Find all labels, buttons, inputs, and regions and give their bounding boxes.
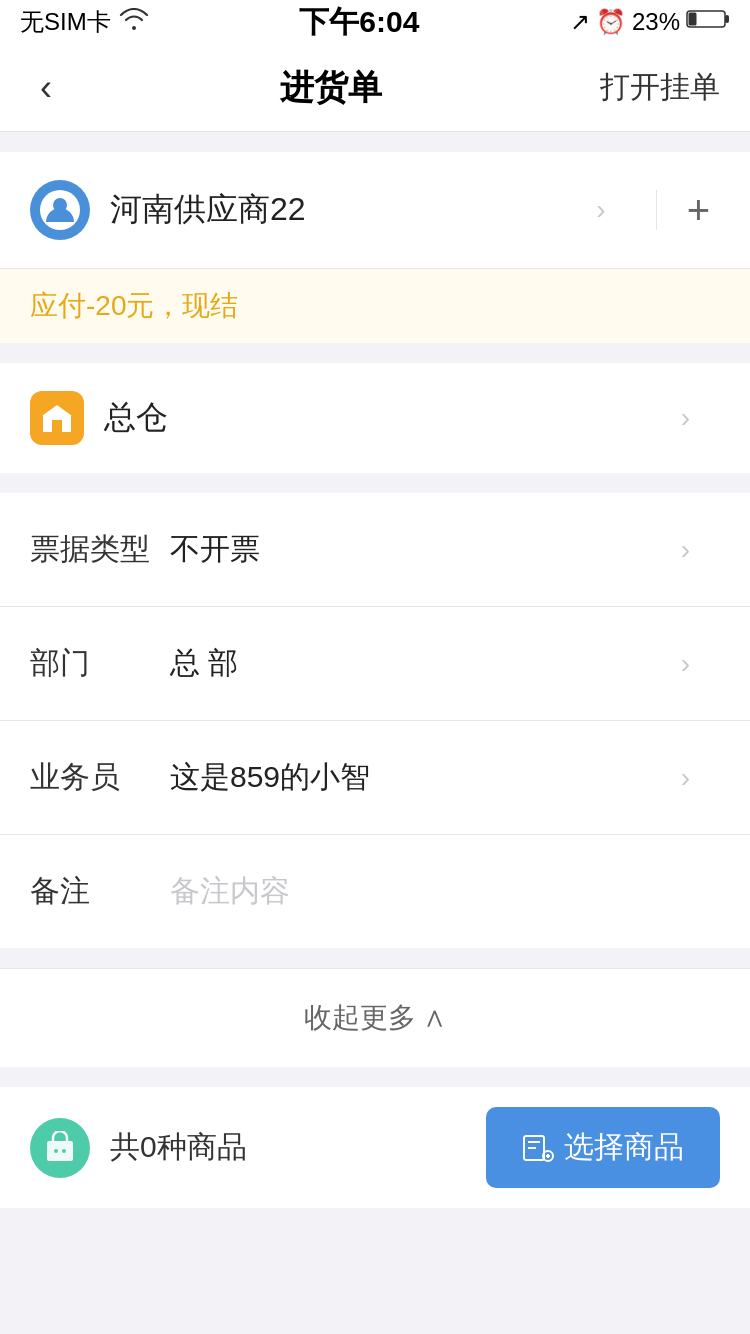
content-area: 河南供应商22 › + 应付-20元，现结 总仓 › 票据类型 xyxy=(0,152,750,1208)
supplier-chevron-icon: › xyxy=(596,194,605,226)
carrier-label: 无SIM卡 xyxy=(20,6,111,38)
form-section: 票据类型 不开票 › 部门 总 部 › 业务员 这是859的小智 › 备注 备注… xyxy=(0,493,750,948)
vertical-divider xyxy=(656,190,657,230)
svg-rect-4 xyxy=(52,420,62,432)
select-product-button[interactable]: 选择商品 xyxy=(486,1107,720,1188)
svg-rect-5 xyxy=(47,1141,73,1161)
ticket-type-value: 不开票 xyxy=(150,529,681,570)
avatar-inner xyxy=(40,190,80,230)
nav-bar: ‹ 进货单 打开挂单 xyxy=(0,44,750,132)
salesman-label: 业务员 xyxy=(30,757,150,798)
supplier-row[interactable]: 河南供应商22 › + xyxy=(0,152,750,269)
supplier-section: 河南供应商22 › + 应付-20元，现结 xyxy=(0,152,750,343)
page-title: 进货单 xyxy=(280,65,382,111)
supplier-avatar xyxy=(30,180,90,240)
department-label: 部门 xyxy=(30,643,150,684)
product-icon-wrap xyxy=(30,1118,90,1178)
notice-banner: 应付-20元，现结 xyxy=(0,269,750,343)
warehouse-icon xyxy=(30,391,84,445)
ticket-type-chevron-icon: › xyxy=(681,534,690,566)
time-label: 下午6:04 xyxy=(299,2,419,43)
ticket-type-label: 票据类型 xyxy=(30,529,150,570)
add-supplier-button[interactable]: + xyxy=(677,188,720,233)
warehouse-chevron-icon: › xyxy=(681,402,690,434)
collapse-label: 收起更多 ∧ xyxy=(304,999,447,1037)
salesman-row[interactable]: 业务员 这是859的小智 › xyxy=(0,721,750,835)
salesman-value: 这是859的小智 xyxy=(150,757,681,798)
svg-rect-1 xyxy=(725,15,729,23)
status-bar: 无SIM卡 下午6:04 ↗ ⏰ 23% xyxy=(0,0,750,44)
remark-row[interactable]: 备注 备注内容 xyxy=(0,835,750,948)
alarm-icon: ⏰ xyxy=(596,8,626,36)
salesman-chevron-icon: › xyxy=(681,762,690,794)
battery-label: 23% xyxy=(632,8,680,36)
remark-label: 备注 xyxy=(30,871,150,912)
warehouse-name-label: 总仓 xyxy=(104,396,681,440)
svg-rect-2 xyxy=(688,13,696,26)
battery-icon xyxy=(686,8,730,36)
warehouse-row[interactable]: 总仓 › xyxy=(0,363,750,473)
footer-bar: 共0种商品 选择商品 xyxy=(0,1087,750,1208)
remark-input[interactable]: 备注内容 xyxy=(150,871,720,912)
open-pending-button[interactable]: 打开挂单 xyxy=(600,67,720,108)
supplier-name-label: 河南供应商22 xyxy=(110,188,596,232)
status-left: 无SIM卡 xyxy=(20,6,149,38)
svg-point-7 xyxy=(62,1149,66,1153)
department-value: 总 部 xyxy=(150,643,681,684)
collapse-button[interactable]: 收起更多 ∧ xyxy=(0,968,750,1067)
department-chevron-icon: › xyxy=(681,648,690,680)
product-count-label: 共0种商品 xyxy=(110,1127,486,1168)
select-product-label: 选择商品 xyxy=(564,1127,684,1168)
warehouse-section: 总仓 › xyxy=(0,363,750,473)
wifi-icon xyxy=(119,8,149,36)
department-row[interactable]: 部门 总 部 › xyxy=(0,607,750,721)
svg-point-6 xyxy=(54,1149,58,1153)
status-right: ↗ ⏰ 23% xyxy=(570,8,730,36)
ticket-type-row[interactable]: 票据类型 不开票 › xyxy=(0,493,750,607)
location-icon: ↗ xyxy=(570,8,590,36)
back-button[interactable]: ‹ xyxy=(30,57,62,119)
notice-text: 应付-20元，现结 xyxy=(30,290,238,321)
